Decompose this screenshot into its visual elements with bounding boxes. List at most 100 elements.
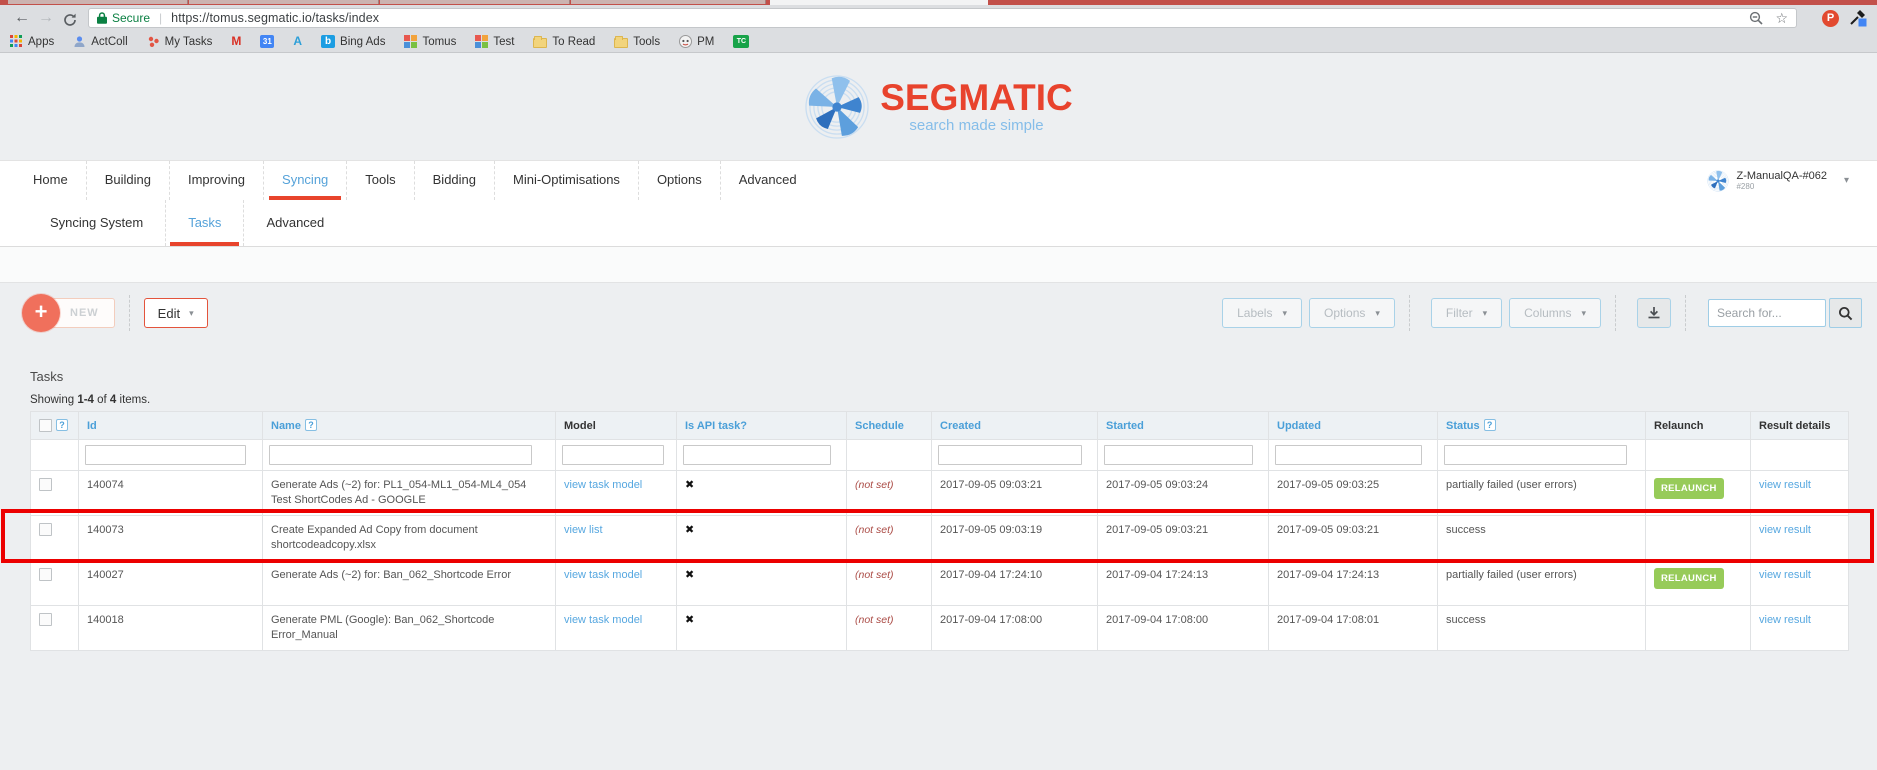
bookmark-pm[interactable]: PM [679,35,714,48]
browser-tab[interactable] [571,0,766,4]
browser-tab[interactable] [380,0,570,4]
column-header-id: Id [78,411,263,440]
sort-link-status[interactable]: Status [1446,420,1480,432]
filter-dropdown-button[interactable]: Filter ▾ [1430,298,1503,328]
logo: SEGMATIC search made simple [0,53,1877,160]
bookmark-tomus[interactable]: Tomus [404,35,456,48]
row-checkbox[interactable] [39,613,52,626]
zoom-out-icon[interactable] [1749,11,1764,25]
back-button[interactable]: ← [10,8,34,28]
subnav-item-syncing-system[interactable]: Syncing System [28,200,165,246]
user-id: #280 [1736,182,1755,191]
view-task-model-link[interactable]: view task model [564,614,642,626]
new-button[interactable]: + NEW [22,294,115,332]
user-menu[interactable]: Z-ManualQA-#062 #280 ▾ [1707,161,1849,200]
nav-item-advanced[interactable]: Advanced [719,161,815,200]
sort-link-created[interactable]: Created [940,420,981,432]
secure-indicator[interactable]: Secure [97,11,150,25]
sort-link-id[interactable]: Id [87,420,97,432]
relaunch-button[interactable]: RELAUNCH [1654,478,1724,499]
nav-item-mini-optimisations[interactable]: Mini-Optimisations [494,161,638,200]
bookmark-gmail[interactable]: M [231,35,241,48]
extension-eyedropper-icon[interactable] [1849,9,1867,27]
bookmark-tc[interactable]: TC [733,35,750,48]
view-result-link[interactable]: view result [1759,524,1811,536]
bookmark-to-read[interactable]: To Read [533,35,595,48]
nav-item-bidding[interactable]: Bidding [413,161,494,200]
folder-icon [533,35,548,48]
sort-link-is-api[interactable]: Is API task? [685,420,747,432]
logo-title: SEGMATIC [880,76,1073,118]
view-task-model-link[interactable]: view task model [564,569,642,581]
search-input[interactable] [1708,299,1826,327]
view-task-model-link[interactable]: view task model [564,479,642,491]
bookmark-bing-ads[interactable]: b Bing Ads [321,35,385,48]
row-checkbox[interactable] [39,523,52,536]
browser-tab[interactable] [8,0,188,4]
bookmark-calendar[interactable]: 31 [260,35,275,48]
sort-link-schedule[interactable]: Schedule [855,420,904,432]
filter-input-status[interactable] [1444,445,1628,465]
select-all-checkbox[interactable] [39,419,52,432]
gmail-icon: M [231,34,242,48]
help-icon[interactable]: ? [1483,419,1496,431]
row-checkbox[interactable] [39,568,52,581]
nav-item-building[interactable]: Building [85,161,169,200]
sort-link-name[interactable]: Name [271,420,301,432]
subnav-item-advanced[interactable]: Advanced [243,200,346,246]
help-icon[interactable]: ? [56,419,68,431]
nav-item-improving[interactable]: Improving [168,161,263,200]
filter-input-updated[interactable] [1275,445,1422,465]
plus-icon[interactable]: + [22,294,60,332]
refresh-button[interactable] [58,10,82,27]
relaunch-button[interactable]: RELAUNCH [1654,568,1724,589]
cross-icon: ✖ [685,614,695,626]
folder-icon [614,35,629,48]
bookmark-apps[interactable]: Apps [10,35,54,48]
bookmark-tools[interactable]: Tools [614,35,661,48]
logo-tagline: search made simple [909,116,1044,134]
nav-item-tools[interactable]: Tools [346,161,413,200]
filter-input-id[interactable] [85,445,246,465]
nav-item-syncing[interactable]: Syncing [263,161,346,200]
columns-dropdown-button[interactable]: Columns ▾ [1509,298,1601,328]
row-checkbox[interactable] [39,478,52,491]
browser-tab[interactable] [189,0,379,4]
view-result-link[interactable]: view result [1759,569,1811,581]
extension-p-icon[interactable]: P [1822,9,1839,27]
help-icon[interactable]: ? [304,419,317,431]
filter-input-is-api[interactable] [683,445,831,465]
bookmark-my-tasks[interactable]: My Tasks [147,35,212,48]
view-list-link[interactable]: view list [564,524,603,536]
options-dropdown-button[interactable]: Options ▾ [1309,298,1395,328]
edit-dropdown-button[interactable]: Edit ▾ [143,298,208,328]
nav-item-home[interactable]: Home [15,161,86,200]
subnav-item-tasks[interactable]: Tasks [165,200,243,246]
forward-button[interactable]: → [34,8,58,28]
view-result-link[interactable]: view result [1759,614,1811,626]
nav-item-options[interactable]: Options [637,161,720,200]
filter-input-model[interactable] [562,445,664,465]
sort-link-updated[interactable]: Updated [1277,420,1321,432]
filter-input-name[interactable] [269,445,533,465]
bookmark-star-icon[interactable]: ☆ [1775,11,1788,25]
labels-dropdown-button[interactable]: Labels ▾ [1222,298,1303,328]
filter-input-started[interactable] [1104,445,1253,465]
chevron-down-icon: ▾ [1282,307,1288,318]
cell-id: 140074 [78,470,263,516]
sort-link-started[interactable]: Started [1106,420,1144,432]
url-bar[interactable]: Secure | https://tomus.segmatic.io/tasks… [88,8,1797,28]
lock-icon [97,12,107,24]
cell-status: partially failed (user errors) [1437,470,1646,516]
filter-input-created[interactable] [938,445,1082,465]
edit-label: Edit [157,305,181,321]
search-button[interactable] [1829,298,1862,328]
cross-icon: ✖ [685,524,695,536]
bookmark-label: Tools [633,35,661,48]
round-face-icon [679,35,693,48]
download-button[interactable] [1637,298,1671,328]
bookmark-test[interactable]: Test [475,35,514,48]
bookmark-actcoll[interactable]: ActColl [73,35,128,48]
bookmark-analytics[interactable]: A [293,35,302,48]
view-result-link[interactable]: view result [1759,479,1811,491]
